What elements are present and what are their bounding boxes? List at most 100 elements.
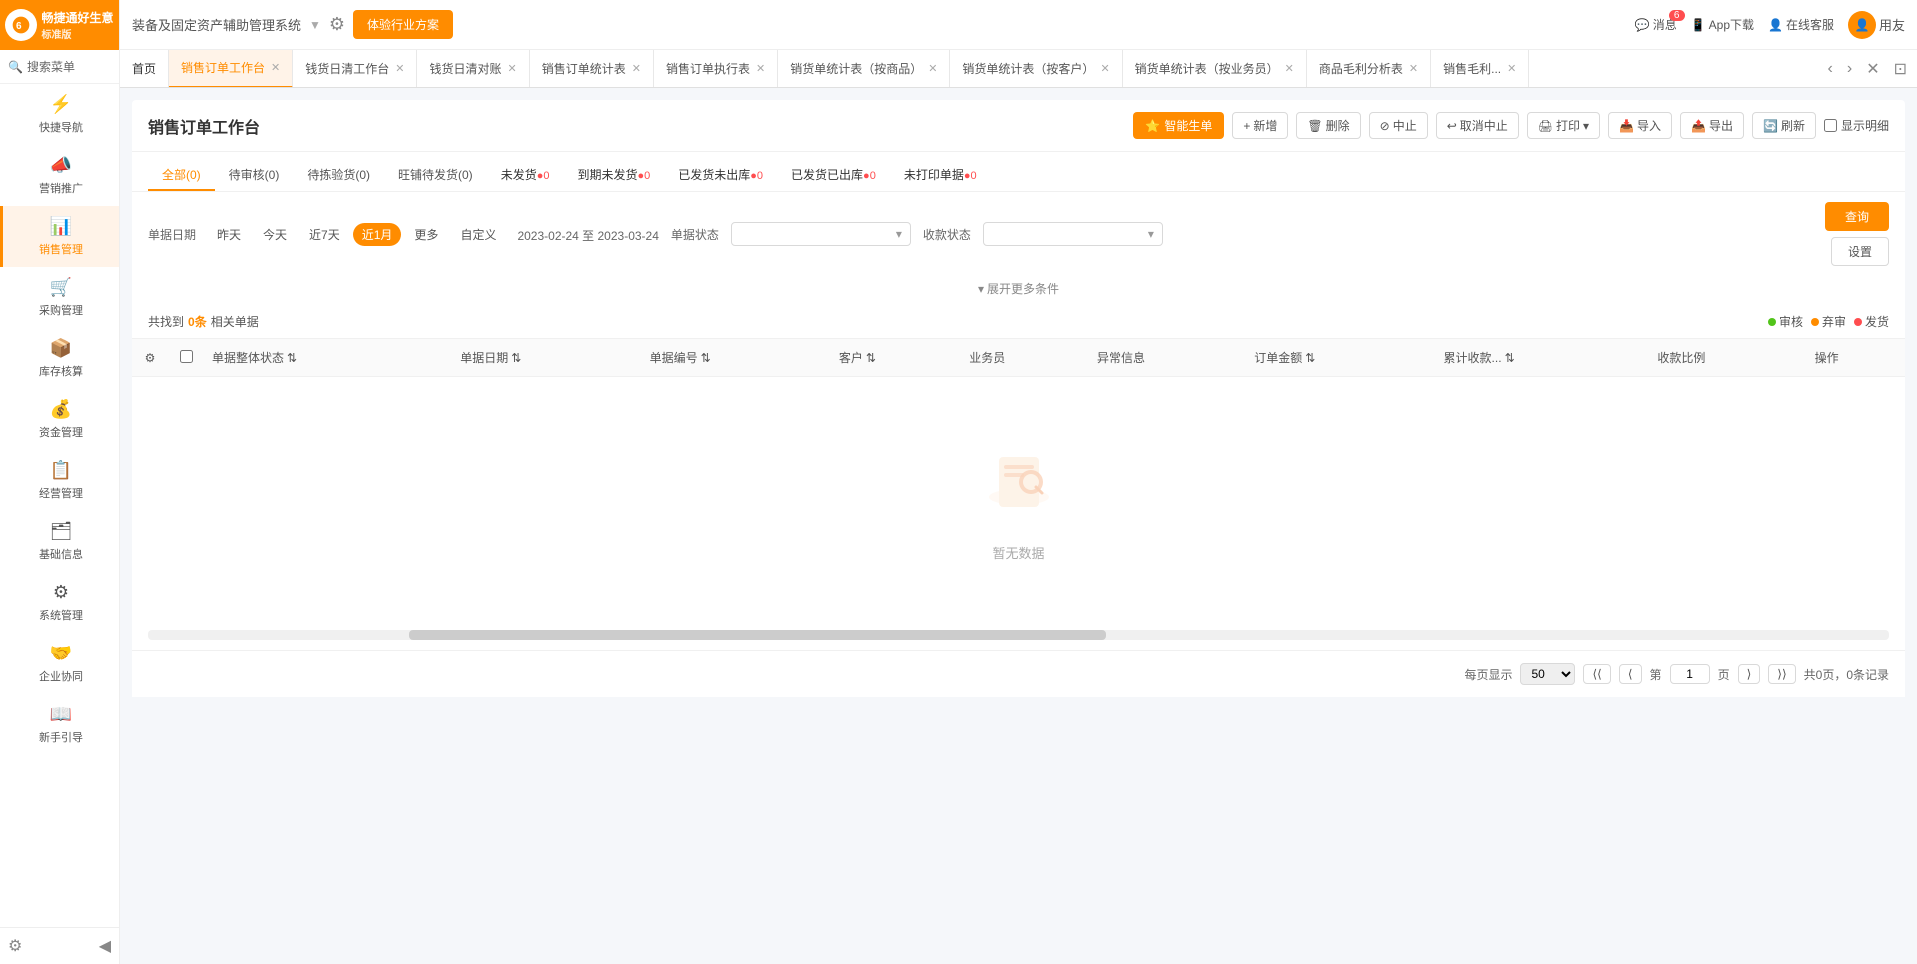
stop-button[interactable]: ⊘ 中止 — [1369, 112, 1428, 139]
sidebar-item-basic[interactable]: 🗂 基础信息 — [0, 511, 119, 572]
sort-number[interactable]: 单据编号 ⇅ — [650, 349, 823, 366]
sort-customer[interactable]: 客户 ⇅ — [839, 349, 953, 366]
settings-button[interactable]: 设置 — [1831, 237, 1889, 266]
th-checkbox[interactable] — [168, 339, 204, 377]
tab-restore-icon[interactable]: ⊡ — [1888, 57, 1913, 81]
app-download-item[interactable]: 📱 App下载 — [1691, 16, 1754, 33]
sidebar-item-nav[interactable]: ⚡ 快捷导航 — [0, 84, 119, 145]
show-detail-checkbox[interactable]: 显示明细 — [1824, 117, 1889, 134]
date-more-btn[interactable]: 更多 — [405, 223, 447, 246]
subtab-pick[interactable]: 待拣验货(0) — [293, 160, 384, 191]
sort-staff[interactable]: 业务员 — [969, 349, 1081, 366]
subtab-all[interactable]: 全部(0) — [148, 160, 215, 191]
date-1month-btn[interactable]: 近1月 — [353, 223, 402, 246]
ship-btn[interactable]: 发货 — [1854, 313, 1889, 330]
delete-button[interactable]: 🗑 删除 — [1296, 112, 1360, 139]
tab-scroll-left-icon[interactable]: ‹ — [1822, 58, 1839, 80]
tab-close-icon[interactable]: ✕ — [756, 62, 765, 75]
subtab-pending[interactable]: 待审核(0) — [215, 160, 294, 191]
sidebar-item-label: 企业协同 — [39, 668, 83, 684]
subtab-shipped-out[interactable]: 已发货已出库●0 — [777, 160, 890, 191]
sidebar-item-marketing[interactable]: 📣 营销推广 — [0, 145, 119, 206]
status-filter-select[interactable]: ▾ — [731, 222, 911, 246]
tab-sales-by-product[interactable]: 销货单统计表（按商品） ✕ — [778, 50, 950, 88]
tab-sales-workbench[interactable]: 销售订单工作台 ✕ — [169, 50, 293, 88]
th-settings[interactable]: ⚙ — [132, 339, 168, 377]
tab-close-icon[interactable]: ✕ — [1100, 62, 1109, 75]
page-last-btn[interactable]: ⟩⟩ — [1768, 664, 1795, 684]
workbench-header: 销售订单工作台 ⭐ 智能生单 + 新增 🗑 删除 ⊘ — [132, 100, 1905, 152]
tab-sales-profit[interactable]: 销售毛利... ✕ — [1431, 50, 1529, 88]
topbar-settings-icon[interactable]: ⚙ — [329, 14, 345, 35]
sidebar-item-purchase[interactable]: 🛒 采购管理 — [0, 267, 119, 328]
tab-close-icon[interactable]: ✕ — [632, 62, 641, 75]
sidebar-item-system[interactable]: ⚙ 系统管理 — [0, 572, 119, 633]
export-button[interactable]: 📤 导出 — [1680, 112, 1744, 139]
subtab-unshipped[interactable]: 未发货●0 — [487, 160, 564, 191]
settings-icon[interactable]: ⚙ — [8, 936, 22, 956]
message-item[interactable]: 💬 6 消息 — [1635, 16, 1677, 33]
sidebar-item-inventory[interactable]: 📦 库存核算 — [0, 328, 119, 389]
subtab-wangpu[interactable]: 旺铺待发货(0) — [384, 160, 487, 191]
date-today-btn[interactable]: 今天 — [254, 223, 296, 246]
reject-btn[interactable]: 弃审 — [1811, 313, 1846, 330]
page-prev-btn[interactable]: ⟨ — [1619, 664, 1642, 684]
sidebar-item-collab[interactable]: 🤝 企业协同 — [0, 633, 119, 694]
payment-filter-select[interactable]: ▾ — [983, 222, 1163, 246]
page-input[interactable] — [1670, 664, 1710, 684]
query-button[interactable]: 查询 — [1825, 202, 1889, 231]
approve-btn[interactable]: 审核 — [1768, 313, 1803, 330]
page-first-btn[interactable]: ⟨⟨ — [1583, 664, 1610, 684]
sidebar-item-sales[interactable]: 📊 销售管理 — [0, 206, 119, 267]
import-button[interactable]: 📥 导入 — [1608, 112, 1672, 139]
date-yesterday-btn[interactable]: 昨天 — [208, 223, 250, 246]
subtab-unprinted[interactable]: 未打印单据●0 — [890, 160, 991, 191]
tab-sales-stats[interactable]: 销售订单统计表 ✕ — [530, 50, 654, 88]
sort-status[interactable]: 单据整体状态 ⇅ — [212, 349, 444, 366]
tab-close-icon[interactable]: ✕ — [928, 62, 937, 75]
tab-daily-clear[interactable]: 钱货日清工作台 ✕ — [293, 50, 417, 88]
tab-sales-by-staff[interactable]: 销货单统计表（按业务员） ✕ — [1123, 50, 1307, 88]
sort-amount[interactable]: 订单金额 ⇅ — [1254, 349, 1427, 366]
user-item[interactable]: 👤 用友 — [1848, 11, 1905, 39]
sort-received[interactable]: 累计收款... ⇅ — [1444, 349, 1642, 366]
page-next-btn[interactable]: ⟩ — [1738, 664, 1761, 684]
tab-scroll-right-icon[interactable]: › — [1841, 58, 1858, 80]
smart-gen-button[interactable]: ⭐ 智能生单 — [1133, 112, 1224, 139]
sidebar-item-management[interactable]: 📋 经营管理 — [0, 450, 119, 511]
show-detail-input[interactable] — [1824, 119, 1837, 132]
tab-daily-reconcile[interactable]: 钱货日清对账 ✕ — [417, 50, 529, 88]
tab-close-icon[interactable]: ✕ — [1285, 62, 1294, 75]
date-7days-btn[interactable]: 近7天 — [300, 223, 349, 246]
expand-btn[interactable]: ▾ 展开更多条件 — [978, 280, 1059, 297]
tab-close-all-icon[interactable]: ✕ — [1860, 57, 1885, 81]
tab-close-icon[interactable]: ✕ — [508, 62, 517, 75]
sort-date[interactable]: 单据日期 ⇅ — [460, 349, 633, 366]
tab-home[interactable]: 首页 — [120, 50, 169, 88]
per-page-select[interactable]: 50 100 200 — [1520, 663, 1575, 685]
date-range-display: 2023-02-24 至 2023-03-24 — [517, 227, 658, 244]
tab-profit-analysis[interactable]: 商品毛利分析表 ✕ — [1307, 50, 1431, 88]
date-custom-btn[interactable]: 自定义 — [451, 223, 505, 246]
tab-sales-by-customer[interactable]: 销货单统计表（按客户） ✕ — [950, 50, 1122, 88]
collapse-icon[interactable]: ◀ — [99, 936, 111, 956]
add-button[interactable]: + 新增 — [1232, 112, 1288, 139]
scrollbar-thumb[interactable] — [409, 630, 1105, 640]
online-service-item[interactable]: 👤 在线客服 — [1768, 16, 1834, 33]
search-menu-item[interactable]: 🔍 搜索菜单 — [0, 50, 119, 84]
industry-btn[interactable]: 体验行业方案 — [353, 10, 453, 39]
subtab-overdue[interactable]: 到期未发货●0 — [563, 160, 664, 191]
print-button[interactable]: 🖨 打印 ▾ — [1527, 112, 1600, 139]
tab-close-icon[interactable]: ✕ — [395, 62, 404, 75]
subtab-shipped-not-out[interactable]: 已发货未出库●0 — [664, 160, 777, 191]
tab-close-icon[interactable]: ✕ — [271, 61, 280, 74]
sidebar-item-finance[interactable]: 💰 资金管理 — [0, 389, 119, 450]
refresh-button[interactable]: 🔄 刷新 — [1752, 112, 1816, 139]
select-all-checkbox[interactable] — [180, 350, 193, 363]
tab-sales-exec[interactable]: 销售订单执行表 ✕ — [654, 50, 778, 88]
tab-close-icon[interactable]: ✕ — [1409, 62, 1418, 75]
sidebar-item-guide[interactable]: 📖 新手引导 — [0, 694, 119, 755]
horizontal-scrollbar[interactable] — [148, 630, 1889, 642]
cancel-stop-button[interactable]: ↩ 取消中止 — [1436, 112, 1519, 139]
tab-close-icon[interactable]: ✕ — [1507, 62, 1516, 75]
